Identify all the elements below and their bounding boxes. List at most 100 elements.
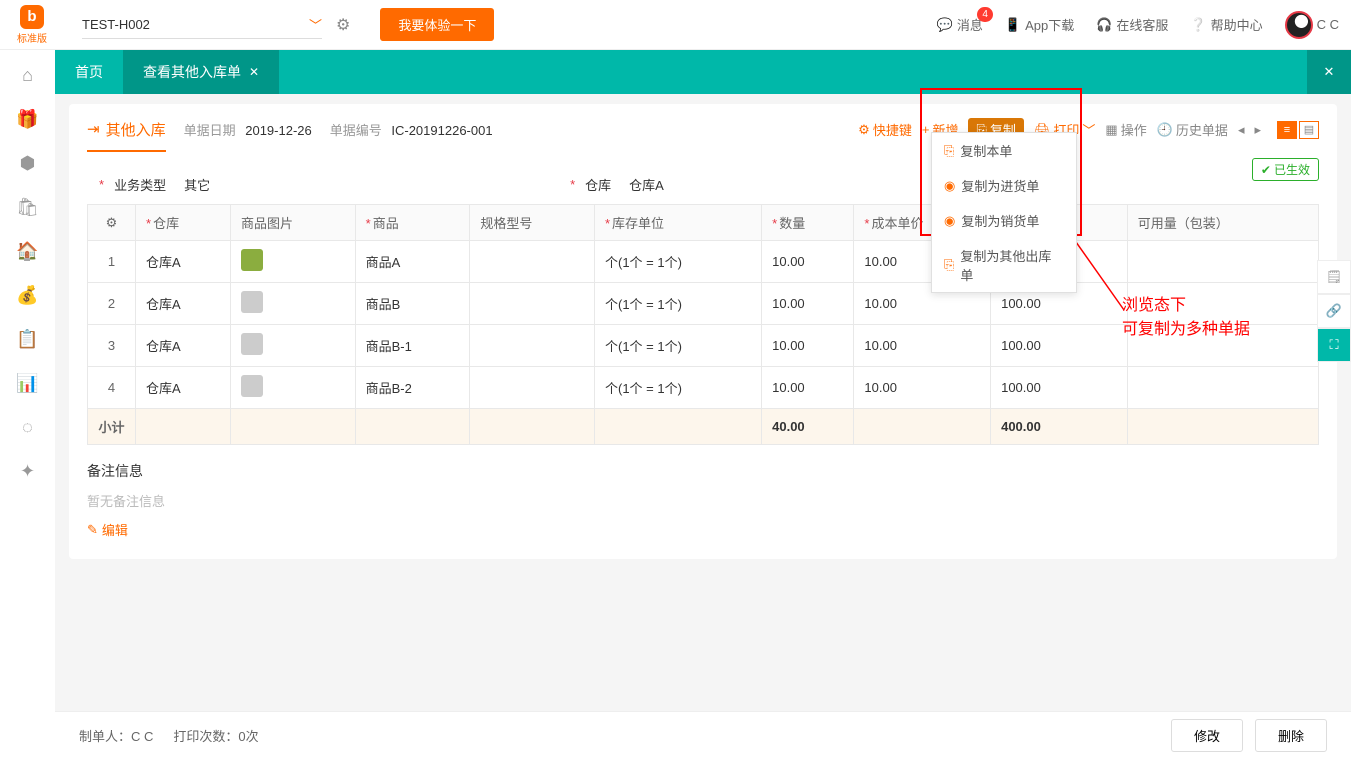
cell-product: 商品B-1 (355, 325, 470, 367)
nav-new-icon[interactable]: ✦ (17, 460, 39, 482)
tab-view-inbound[interactable]: 查看其他入库单 ✕ (123, 50, 279, 94)
user-menu[interactable]: C C (1285, 11, 1339, 39)
cell-avail (1127, 283, 1318, 325)
col-settings[interactable]: ⚙ (88, 205, 136, 241)
prev-button[interactable]: ◂ (1238, 122, 1245, 138)
doc-date: 单据日期 2019-12-26 (184, 120, 312, 139)
message-badge: 4 (977, 7, 993, 22)
biz-type-field: * 业务类型 其它 (99, 175, 210, 194)
sales-icon: ◉ (944, 213, 955, 229)
nav-clipboard-icon[interactable]: 📋 (17, 328, 39, 350)
product-image-icon (241, 375, 263, 397)
dd-copy-purchase[interactable]: ◉复制为进货单 (932, 168, 1076, 203)
cell-unit: 个(1个 = 1个) (594, 367, 761, 409)
doc-type-tab[interactable]: ⇥ 其他入库 (87, 119, 166, 152)
cell-image (231, 325, 356, 367)
items-table: ⚙ *仓库 商品图片 *商品 规格型号 *库存单位 *数量 *成本单价 *成本金… (87, 204, 1319, 445)
table-row[interactable]: 3仓库A商品B-1个(1个 = 1个)10.0010.00100.00 (88, 325, 1319, 367)
cell-product: 商品B-2 (355, 367, 470, 409)
dock-link-icon[interactable]: 🔗 (1317, 294, 1351, 328)
close-all-tabs[interactable]: ✕ (1307, 50, 1351, 94)
nav-warehouse-icon[interactable]: 🏠 (17, 240, 39, 262)
org-selector[interactable]: TEST-H002 ﹀ (82, 11, 322, 39)
try-button[interactable]: 我要体验一下 (380, 8, 494, 41)
cell-avail (1127, 367, 1318, 409)
next-button[interactable]: ▸ (1254, 122, 1261, 138)
table-row[interactable]: 4仓库A商品B-2个(1个 = 1个)10.0010.00100.00 (88, 367, 1319, 409)
cell-qty: 10.00 (762, 325, 854, 367)
shortcut-button[interactable]: ⚙快捷键 (858, 120, 912, 139)
nav-money-icon[interactable]: 💰 (17, 284, 39, 306)
cell-spec (470, 283, 595, 325)
nav-bag-icon[interactable]: 🛍 (17, 196, 39, 218)
items-table-wrap: ⚙ *仓库 商品图片 *商品 规格型号 *库存单位 *数量 *成本单价 *成本金… (69, 204, 1337, 445)
nav-sync-icon[interactable]: ◌ (17, 416, 39, 438)
copy-dropdown: ⎘复制本单 ◉复制为进货单 ◉复制为销货单 ⎘复制为其他出库单 (931, 132, 1077, 293)
table-row[interactable]: 2仓库A商品B个(1个 = 1个)10.0010.00100.00 (88, 283, 1319, 325)
phone-icon: 📱 (1005, 17, 1021, 33)
dd-copy-outbound[interactable]: ⎘复制为其他出库单 (932, 238, 1076, 292)
nav-gift-icon[interactable]: 🎁 (17, 108, 39, 130)
dd-copy-sales[interactable]: ◉复制为销货单 (932, 203, 1076, 238)
col-spec: 规格型号 (470, 205, 595, 241)
org-name: TEST-H002 (82, 17, 150, 32)
tab-bar: 首页 查看其他入库单 ✕ ✕ (55, 50, 1351, 94)
subtotal-qty: 40.00 (762, 409, 854, 445)
purchase-icon: ◉ (944, 178, 955, 194)
nav-report-icon[interactable]: 📊 (17, 372, 39, 394)
history-button[interactable]: 🕘历史单据 (1157, 120, 1228, 139)
cell-warehouse: 仓库A (136, 367, 231, 409)
creator-info: 制单人：C C (79, 726, 153, 745)
modify-button[interactable]: 修改 (1171, 719, 1243, 752)
ops-button[interactable]: ▦操作 (1105, 120, 1146, 139)
card-view-button[interactable]: ▤ (1299, 121, 1319, 139)
dd-copy-this[interactable]: ⎘复制本单 (932, 133, 1076, 168)
logo-icon: b (20, 5, 44, 29)
edit-icon: ✎ (87, 522, 98, 538)
row-number: 3 (88, 325, 136, 367)
history-icon: 🕘 (1157, 122, 1173, 138)
dock-note-icon[interactable]: 🗒 (1317, 260, 1351, 294)
table-header-row: ⚙ *仓库 商品图片 *商品 规格型号 *库存单位 *数量 *成本单价 *成本金… (88, 205, 1319, 241)
document-card: ⇥ 其他入库 单据日期 2019-12-26 单据编号 IC-20191226-… (69, 104, 1337, 559)
help-center-link[interactable]: ❔ 帮助中心 (1190, 15, 1262, 34)
cell-image (231, 367, 356, 409)
chevron-down-icon: ﹀ (309, 15, 322, 34)
logo[interactable]: b 标准版 (12, 5, 52, 45)
table-row[interactable]: 1仓库A商品A个(1个 = 1个)10.0010.00100.00 (88, 241, 1319, 283)
row-number: 1 (88, 241, 136, 283)
edit-remark-button[interactable]: ✎ 编辑 (87, 520, 128, 539)
chevron-down-icon: ﹀ (1082, 120, 1095, 139)
customer-service-link[interactable]: 🎧 在线客服 (1096, 15, 1168, 34)
logo-edition: 标准版 (17, 30, 47, 45)
cell-amount: 100.00 (991, 325, 1128, 367)
col-unit: *库存单位 (594, 205, 761, 241)
messages-link[interactable]: 💬 消息 4 (937, 15, 983, 34)
side-dock: 🗒 🔗 ⛶ (1317, 260, 1351, 362)
status-badge: ✔ 已生效 (1252, 158, 1319, 181)
warehouse-field: * 仓库 仓库A (570, 175, 664, 194)
inbound-icon: ⇥ (87, 120, 100, 138)
col-image: 商品图片 (231, 205, 356, 241)
subtotal-label: 小计 (88, 409, 136, 445)
tab-home[interactable]: 首页 (55, 50, 123, 94)
col-avail: 可用量（包装） (1127, 205, 1318, 241)
dock-expand-icon[interactable]: ⛶ (1317, 328, 1351, 362)
avatar (1285, 11, 1313, 39)
cell-warehouse: 仓库A (136, 241, 231, 283)
list-view-button[interactable]: ≡ (1277, 121, 1297, 139)
cell-warehouse: 仓库A (136, 283, 231, 325)
headset-icon: 🎧 (1096, 17, 1112, 33)
cell-amount: 100.00 (991, 367, 1128, 409)
check-icon: ✔ (1261, 163, 1271, 177)
delete-button[interactable]: 删除 (1255, 719, 1327, 752)
product-image-icon (241, 249, 263, 271)
nav-house-icon[interactable]: ⬢ (17, 152, 39, 174)
app-download-link[interactable]: 📱 App下载 (1005, 15, 1074, 34)
footer-bar: 制单人：C C 打印次数：0次 修改 删除 (55, 711, 1351, 759)
remark-section: 备注信息 暂无备注信息 ✎ 编辑 (69, 445, 1337, 559)
product-image-icon (241, 291, 263, 313)
gear-icon[interactable]: ⚙ (336, 15, 350, 35)
close-icon[interactable]: ✕ (249, 65, 259, 79)
nav-home-icon[interactable]: ⌂ (17, 64, 39, 86)
